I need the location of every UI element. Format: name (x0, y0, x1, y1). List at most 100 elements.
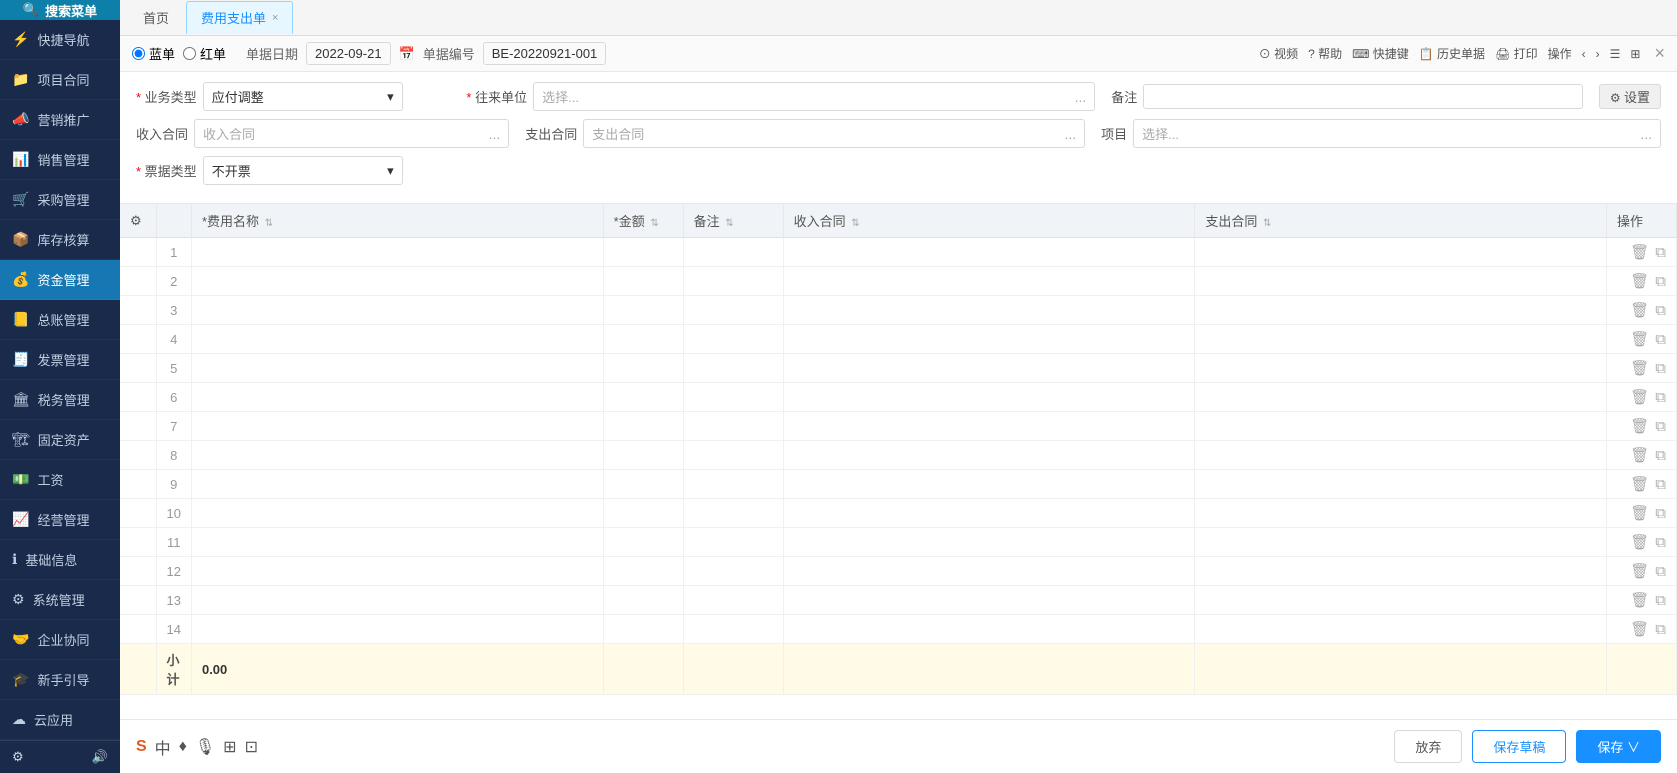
row-copy-icon[interactable]: ⧉ (1655, 534, 1666, 551)
discard-button[interactable]: 放弃 (1394, 730, 1462, 763)
row-income-contract[interactable] (783, 383, 1195, 412)
row-expense-contract[interactable] (1195, 615, 1607, 644)
row-income-contract[interactable] (783, 412, 1195, 441)
row-expense-name[interactable] (191, 325, 603, 354)
sidebar-item-工资[interactable]: 💵 工资 (0, 460, 120, 500)
sidebar-item-固定资产[interactable]: 🏗 固定资产 (0, 420, 120, 460)
row-income-contract[interactable] (783, 238, 1195, 267)
radio-red[interactable]: 红单 (183, 44, 226, 63)
row-expense-name[interactable] (191, 615, 603, 644)
row-note[interactable] (683, 499, 783, 528)
row-delete-icon[interactable]: 🗑 (1630, 359, 1649, 377)
settings-button[interactable]: ⚙ 设置 (1599, 84, 1661, 109)
project-select[interactable]: 选择... ... (1133, 119, 1661, 148)
footer-icon-4[interactable]: ⊞ (223, 737, 236, 757)
window-close-btn[interactable]: × (1654, 43, 1665, 64)
doc-num-value[interactable]: BE-20220921-001 (483, 42, 607, 65)
row-income-contract[interactable] (783, 325, 1195, 354)
col-header-note[interactable]: 备注 ⇅ (683, 204, 783, 238)
row-income-contract[interactable] (783, 441, 1195, 470)
print-btn[interactable]: 🖨 打印 (1495, 45, 1538, 62)
row-expense-contract[interactable] (1195, 528, 1607, 557)
row-amount[interactable] (603, 586, 683, 615)
row-amount[interactable] (603, 238, 683, 267)
shortcut-btn[interactable]: ⌨ 快捷键 (1352, 45, 1409, 62)
row-amount[interactable] (603, 354, 683, 383)
row-note[interactable] (683, 383, 783, 412)
row-expense-name[interactable] (191, 586, 603, 615)
row-amount[interactable] (603, 615, 683, 644)
row-copy-icon[interactable]: ⧉ (1655, 244, 1666, 261)
date-value[interactable]: 2022-09-21 (306, 42, 391, 65)
row-expense-contract[interactable] (1195, 586, 1607, 615)
row-copy-icon[interactable]: ⧉ (1655, 621, 1666, 638)
row-note[interactable] (683, 354, 783, 383)
sidebar-item-库存核算[interactable]: 📦 库存核算 (0, 220, 120, 260)
row-expense-name[interactable] (191, 267, 603, 296)
income-contract-select[interactable]: 收入合同 ... (194, 119, 509, 148)
tab-close-icon[interactable]: × (272, 12, 278, 24)
row-note[interactable] (683, 557, 783, 586)
footer-icon-2[interactable]: ♦ (179, 738, 187, 756)
row-expense-name[interactable] (191, 557, 603, 586)
row-copy-icon[interactable]: ⧉ (1655, 418, 1666, 435)
footer-icon-5[interactable]: ⊡ (245, 737, 258, 757)
tab-home[interactable]: 首页 (128, 1, 184, 34)
row-copy-icon[interactable]: ⧉ (1655, 389, 1666, 406)
row-expense-contract[interactable] (1195, 354, 1607, 383)
col-header-settings[interactable]: ⚙ (120, 204, 156, 238)
row-copy-icon[interactable]: ⧉ (1655, 563, 1666, 580)
row-expense-contract[interactable] (1195, 296, 1607, 325)
row-expense-contract[interactable] (1195, 470, 1607, 499)
dots-icon[interactable]: ... (1075, 89, 1087, 105)
sidebar-settings-icon[interactable]: ⚙ (12, 749, 24, 765)
row-copy-icon[interactable]: ⧉ (1655, 505, 1666, 522)
row-copy-icon[interactable]: ⧉ (1655, 331, 1666, 348)
row-expense-contract[interactable] (1195, 557, 1607, 586)
row-delete-icon[interactable]: 🗑 (1630, 475, 1649, 493)
sidebar-item-企业协同[interactable]: 🤝 企业协同 (0, 620, 120, 660)
row-copy-icon[interactable]: ⧉ (1655, 447, 1666, 464)
row-note[interactable] (683, 470, 783, 499)
sidebar-item-销售管理[interactable]: 📊 销售管理 (0, 140, 120, 180)
row-income-contract[interactable] (783, 354, 1195, 383)
row-expense-contract[interactable] (1195, 325, 1607, 354)
sidebar-item-发票管理[interactable]: 🧾 发票管理 (0, 340, 120, 380)
sidebar-item-系统管理[interactable]: ⚙ 系统管理 (0, 580, 120, 620)
row-income-contract[interactable] (783, 296, 1195, 325)
row-expense-name[interactable] (191, 441, 603, 470)
sidebar-item-资金管理[interactable]: 💰 资金管理 (0, 260, 120, 300)
sidebar-item-经营管理[interactable]: 📈 经营管理 (0, 500, 120, 540)
row-amount[interactable] (603, 441, 683, 470)
row-expense-contract[interactable] (1195, 383, 1607, 412)
row-income-contract[interactable] (783, 615, 1195, 644)
next-btn[interactable]: › (1596, 47, 1600, 61)
row-note[interactable] (683, 238, 783, 267)
row-copy-icon[interactable]: ⧉ (1655, 592, 1666, 609)
row-amount[interactable] (603, 499, 683, 528)
row-delete-icon[interactable]: 🗑 (1630, 330, 1649, 348)
row-delete-icon[interactable]: 🗑 (1630, 388, 1649, 406)
partner-select[interactable]: 选择... ... (533, 82, 1095, 111)
row-expense-name[interactable] (191, 238, 603, 267)
sidebar-item-云应用[interactable]: ☁ 云应用 (0, 700, 120, 740)
row-note[interactable] (683, 412, 783, 441)
row-expense-name[interactable] (191, 412, 603, 441)
row-amount[interactable] (603, 528, 683, 557)
row-note[interactable] (683, 441, 783, 470)
expense-dots-icon[interactable]: ... (1064, 126, 1076, 142)
radio-red-input[interactable] (183, 47, 196, 60)
row-income-contract[interactable] (783, 470, 1195, 499)
row-expense-contract[interactable] (1195, 499, 1607, 528)
business-type-select[interactable]: 应付调整 ▾ (203, 82, 403, 111)
row-amount[interactable] (603, 296, 683, 325)
radio-blue-input[interactable] (132, 47, 145, 60)
row-income-contract[interactable] (783, 528, 1195, 557)
sidebar-item-营销推广[interactable]: 📣 营销推广 (0, 100, 120, 140)
calendar-icon[interactable]: 📅 (399, 46, 415, 62)
income-dots-icon[interactable]: ... (489, 126, 501, 142)
row-delete-icon[interactable]: 🗑 (1630, 620, 1649, 638)
sidebar-item-采购管理[interactable]: 🛒 采购管理 (0, 180, 120, 220)
row-copy-icon[interactable]: ⧉ (1655, 273, 1666, 290)
sidebar-item-基础信息[interactable]: ℹ 基础信息 (0, 540, 120, 580)
